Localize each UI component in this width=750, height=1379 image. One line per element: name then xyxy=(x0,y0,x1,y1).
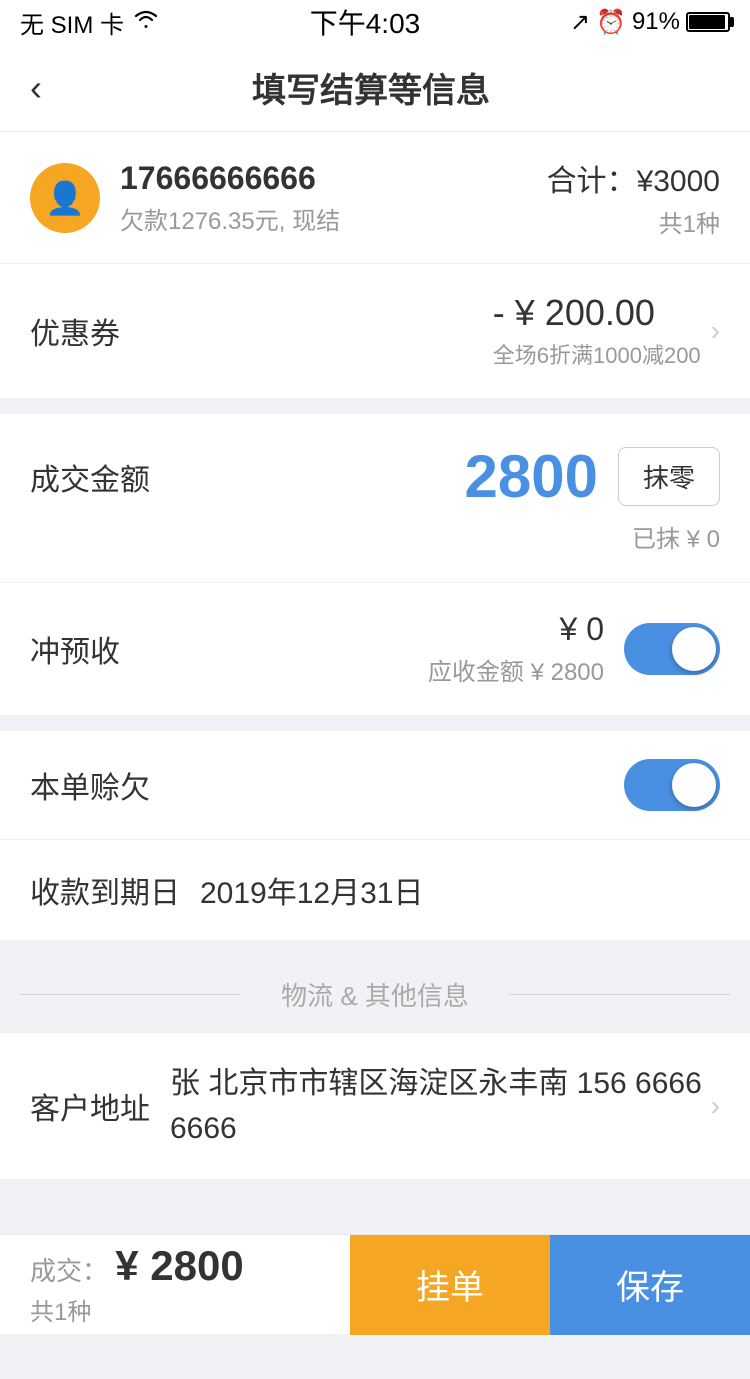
chong-prereceive-row: 冲预收 ¥ 0 应收金额 ¥ 2800 xyxy=(0,582,750,715)
collection-date-row: 收款到期日 2019年12月31日 xyxy=(0,839,750,940)
total-amount: 合计：¥3000 xyxy=(547,156,720,200)
date-value: 2019年12月31日 xyxy=(200,868,423,912)
section-divider-3 xyxy=(0,940,750,956)
total-value: ¥3000 xyxy=(637,165,720,198)
date-label: 收款到期日 xyxy=(30,868,180,912)
battery-icon xyxy=(686,12,730,32)
alarm-icon: ⏰ xyxy=(596,8,626,37)
bottom-bar: 成交： ¥ 2800 共1种 挂单 保存 xyxy=(0,1234,750,1334)
toggle-knob xyxy=(672,627,716,671)
deal-right: 2800 抹零 xyxy=(465,442,721,511)
logistics-divider-row: 物流 & 其他信息 xyxy=(0,956,750,1033)
customer-left: 👤 17666666666 欠款1276.35元, 现结 xyxy=(30,160,340,236)
hang-order-button[interactable]: 挂单 xyxy=(350,1235,550,1335)
wifi-icon xyxy=(132,8,160,36)
status-right: ↗ ⏰ 91% xyxy=(570,8,730,37)
chong-sub: 应收金额 ¥ 2800 xyxy=(428,652,604,687)
coupon-amount: - ¥ 200.00 xyxy=(493,292,701,334)
save-button[interactable]: 保存 xyxy=(550,1235,750,1335)
status-time: 下午4:03 xyxy=(310,2,421,42)
coupon-label: 优惠券 xyxy=(30,309,120,353)
address-chevron-icon: › xyxy=(711,1090,720,1122)
header: ‹ 填写结算等信息 xyxy=(0,44,750,132)
page-title: 填写结算等信息 xyxy=(62,63,680,112)
bendan-queqian-row: 本单赊欠 xyxy=(0,731,750,839)
back-button[interactable]: ‹ xyxy=(30,67,42,109)
logistics-line-right xyxy=(509,994,730,995)
bottom-deal-label: 成交： xyxy=(30,1256,108,1286)
logistics-line-left xyxy=(20,994,241,995)
avatar-icon: 👤 xyxy=(45,179,85,217)
total-label: 合计： xyxy=(547,165,637,198)
bottom-count: 共1种 xyxy=(30,1292,320,1327)
deal-section: 成交金额 2800 抹零 已抹 ¥ 0 xyxy=(0,414,750,582)
item-count: 共1种 xyxy=(547,204,720,239)
bendan-label: 本单赊欠 xyxy=(30,763,150,807)
chong-right: ¥ 0 应收金额 ¥ 2800 xyxy=(428,611,720,687)
customer-debt: 欠款1276.35元, 现结 xyxy=(120,201,340,236)
chong-amount-block: ¥ 0 应收金额 ¥ 2800 xyxy=(428,611,604,687)
chong-label: 冲预收 xyxy=(30,627,120,671)
deal-sub-text: 已抹 ¥ 0 xyxy=(30,519,720,554)
deal-amount-value: 2800 xyxy=(465,442,598,511)
section-divider-2 xyxy=(0,715,750,731)
bottom-left: 成交： ¥ 2800 共1种 xyxy=(0,1242,350,1327)
round-zero-button[interactable]: 抹零 xyxy=(618,447,720,506)
address-row[interactable]: 客户地址 张 北京市市辖区海淀区永丰南 156 6666 6666 › xyxy=(0,1033,750,1179)
chong-toggle[interactable] xyxy=(624,623,720,675)
bendan-toggle[interactable] xyxy=(624,759,720,811)
toggle-knob-2 xyxy=(672,763,716,807)
coupon-right: - ¥ 200.00 全场6折满1000减200 › xyxy=(493,292,720,370)
coupon-desc: 全场6折满1000减200 xyxy=(493,338,701,370)
battery-percent: 91% xyxy=(632,8,680,36)
coupon-row[interactable]: 优惠券 - ¥ 200.00 全场6折满1000减200 › xyxy=(0,263,750,398)
address-value: 张 北京市市辖区海淀区永丰南 156 6666 6666 xyxy=(170,1061,711,1151)
carrier-label: 无 SIM 卡 xyxy=(20,5,124,40)
customer-info: 17666666666 欠款1276.35元, 现结 xyxy=(120,160,340,236)
coupon-info: - ¥ 200.00 全场6折满1000减200 xyxy=(493,292,701,370)
status-bar: 无 SIM 卡 下午4:03 ↗ ⏰ 91% xyxy=(0,0,750,44)
deal-amount-label: 成交金额 xyxy=(30,455,150,499)
chong-amount: ¥ 0 xyxy=(428,611,604,648)
section-divider-1 xyxy=(0,398,750,414)
avatar: 👤 xyxy=(30,163,100,233)
customer-right: 合计：¥3000 共1种 xyxy=(547,156,720,239)
customer-row: 👤 17666666666 欠款1276.35元, 现结 合计：¥3000 共1… xyxy=(0,132,750,263)
deal-amount-row: 成交金额 2800 抹零 xyxy=(30,442,720,511)
logistics-text: 物流 & 其他信息 xyxy=(281,976,469,1013)
address-label: 客户地址 xyxy=(30,1084,150,1128)
bottom-amount: ¥ 2800 xyxy=(115,1242,243,1289)
status-left: 无 SIM 卡 xyxy=(20,5,160,40)
customer-phone: 17666666666 xyxy=(120,160,340,197)
location-icon: ↗ xyxy=(570,8,590,37)
chevron-right-icon: › xyxy=(711,315,720,347)
